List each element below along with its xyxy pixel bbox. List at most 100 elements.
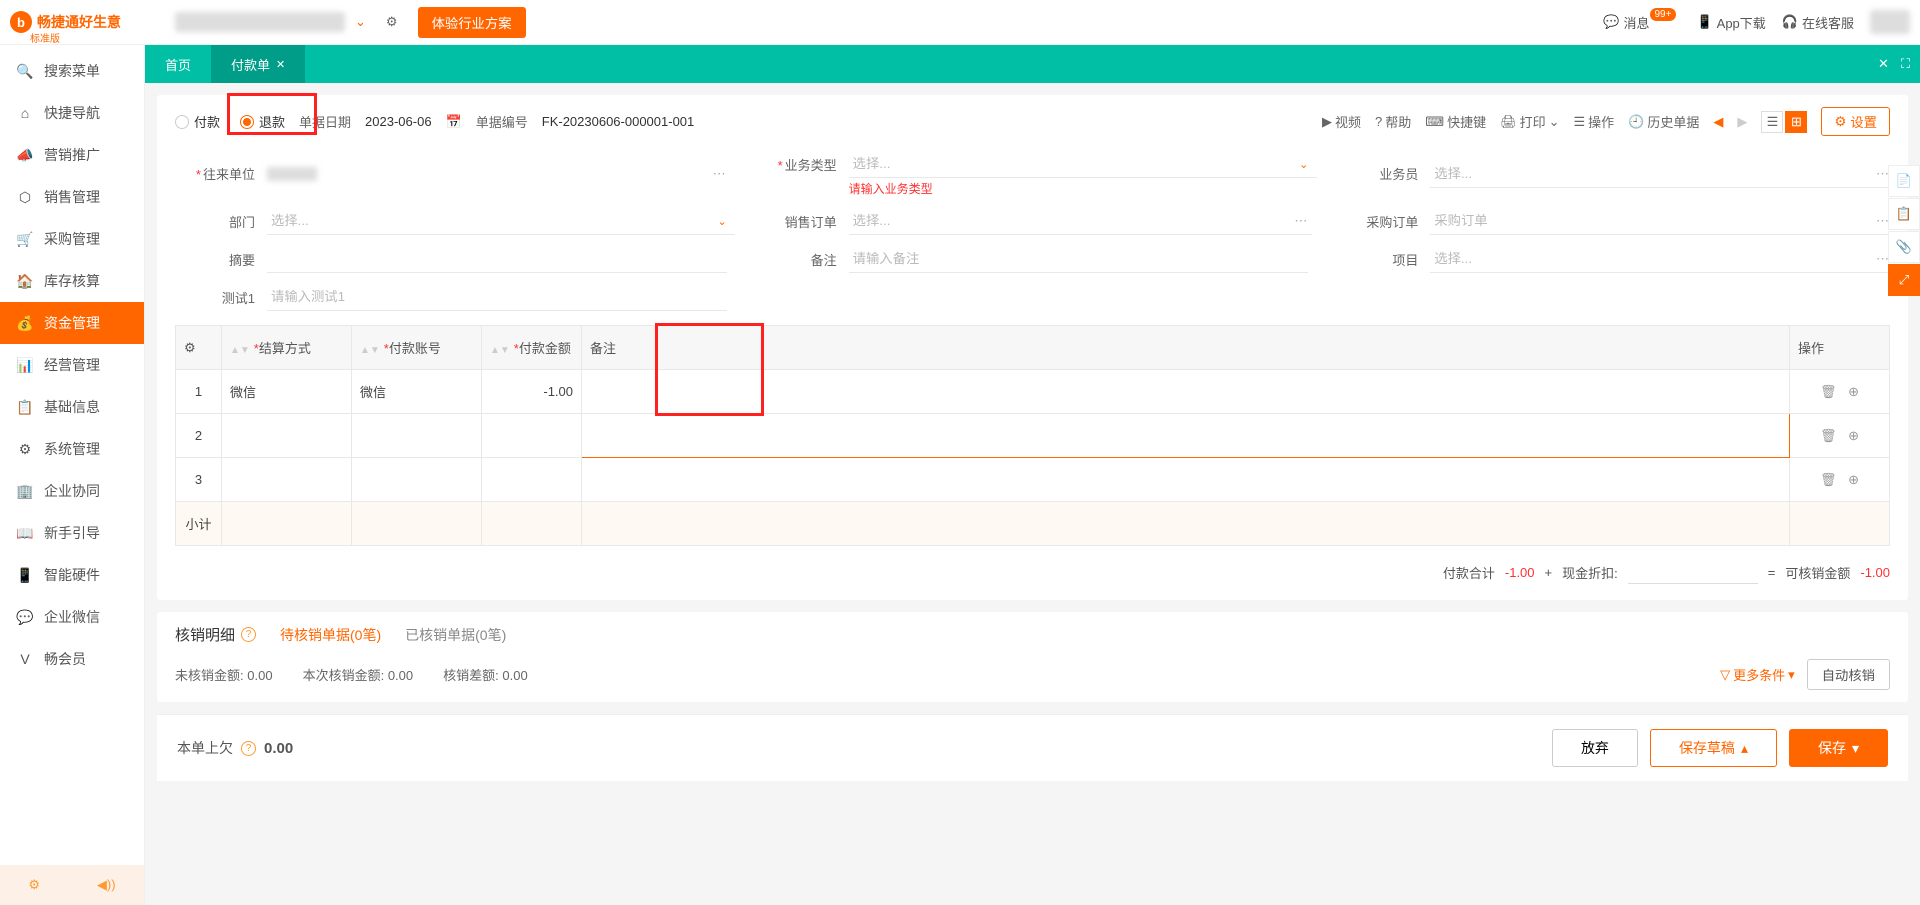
- add-icon[interactable]: ⊕: [1848, 384, 1859, 399]
- app-download-link[interactable]: 📱 App下载: [1696, 13, 1765, 32]
- cell-account[interactable]: [352, 414, 482, 458]
- sidebar-item[interactable]: ⌂快捷导航: [0, 92, 144, 134]
- date-value[interactable]: 2023-06-06: [365, 114, 432, 129]
- chevron-down-icon[interactable]: ⌄: [355, 14, 366, 30]
- sidebar-item[interactable]: 💰资金管理: [0, 302, 144, 344]
- shortcut-link[interactable]: ⌨ 快捷键: [1425, 112, 1486, 131]
- content: 付款 退款 单据日期 2023-06-06 📅 单据编号 FK-20230606…: [145, 83, 1920, 905]
- purchase-order-input[interactable]: [1430, 207, 1894, 235]
- settings-icon[interactable]: ⚙: [28, 877, 40, 893]
- radio-refund[interactable]: 退款: [240, 112, 285, 131]
- gear-icon[interactable]: ⚙: [386, 14, 398, 30]
- cell-account[interactable]: [352, 458, 482, 502]
- sidebar-item[interactable]: 🏠库存核算: [0, 260, 144, 302]
- table-row[interactable]: 2 🗑 ⊕: [176, 414, 1890, 458]
- messages-link[interactable]: 💬 消息 99+: [1603, 13, 1680, 32]
- prev-icon[interactable]: ◀: [1713, 114, 1723, 130]
- sidebar-item[interactable]: 📣营销推广: [0, 134, 144, 176]
- discount-input[interactable]: [1628, 560, 1758, 584]
- cell-account[interactable]: 微信: [352, 370, 482, 414]
- col-settings[interactable]: ⚙: [176, 326, 222, 370]
- sidebar-item[interactable]: 📱智能硬件: [0, 554, 144, 596]
- help-link[interactable]: ? 帮助: [1375, 112, 1411, 131]
- print-link[interactable]: 🖨 打印 ⌄: [1500, 112, 1559, 131]
- radio-payment[interactable]: 付款: [175, 112, 220, 131]
- add-icon[interactable]: ⊕: [1848, 472, 1859, 487]
- cell-settle[interactable]: 微信: [222, 370, 352, 414]
- cell-settle[interactable]: [222, 414, 352, 458]
- next-icon[interactable]: ▶: [1737, 114, 1747, 130]
- more-icon[interactable]: ⋯: [1294, 213, 1308, 229]
- dept-input[interactable]: [267, 207, 735, 235]
- avatar-blurred[interactable]: [1870, 10, 1910, 34]
- cell-remark-active[interactable]: [582, 414, 1790, 458]
- table-row[interactable]: 1 微信 微信 -1.00 🗑 ⊕: [176, 370, 1890, 414]
- save-button[interactable]: 保存 ▾: [1789, 729, 1888, 767]
- save-draft-button[interactable]: 保存草稿 ▴: [1650, 729, 1777, 767]
- cell-amount[interactable]: [482, 414, 582, 458]
- col-account[interactable]: ▲▼*付款账号: [352, 326, 482, 370]
- info-icon[interactable]: ?: [241, 627, 256, 642]
- rail-attach-icon[interactable]: 📎: [1888, 231, 1920, 263]
- pending-tab[interactable]: 待核销单据(0笔): [280, 625, 381, 645]
- close-icon[interactable]: ✕: [276, 58, 285, 71]
- biztype-input[interactable]: [849, 150, 1317, 178]
- collapse-icon[interactable]: ◀)): [97, 877, 116, 893]
- sidebar-item[interactable]: 🛒采购管理: [0, 218, 144, 260]
- rail-expand-icon[interactable]: ⤢: [1888, 264, 1920, 296]
- operate-link[interactable]: ☰ 操作: [1574, 112, 1615, 131]
- add-icon[interactable]: ⊕: [1848, 428, 1859, 443]
- delete-icon[interactable]: 🗑: [1820, 384, 1837, 399]
- settings-button[interactable]: ⚙ 设置: [1821, 107, 1890, 136]
- discard-button[interactable]: 放弃: [1552, 729, 1638, 767]
- info-icon[interactable]: ?: [241, 741, 256, 756]
- cell-remark[interactable]: [582, 370, 1790, 414]
- calendar-icon[interactable]: 📅: [446, 114, 462, 130]
- trial-button[interactable]: 体验行业方案: [418, 7, 526, 38]
- done-tab[interactable]: 已核销单据(0笔): [405, 625, 506, 645]
- sidebar-item[interactable]: V畅会员: [0, 638, 144, 680]
- table-row[interactable]: 3 🗑 ⊕: [176, 458, 1890, 502]
- rail-note-icon[interactable]: 📄: [1888, 165, 1920, 197]
- sidebar-item[interactable]: 🏢企业协同: [0, 470, 144, 512]
- view-card-icon[interactable]: ⊞: [1785, 111, 1807, 133]
- sidebar-item[interactable]: 🔍搜索菜单: [0, 50, 144, 92]
- sidebar-item[interactable]: 📊经营管理: [0, 344, 144, 386]
- more-icon[interactable]: ⋯: [713, 166, 727, 182]
- rail-doc-icon[interactable]: 📋: [1888, 198, 1920, 230]
- operator-input[interactable]: [1430, 160, 1894, 188]
- cell-settle[interactable]: [222, 458, 352, 502]
- cell-amount[interactable]: [482, 458, 582, 502]
- view-list-icon[interactable]: ☰: [1761, 111, 1783, 133]
- chevron-down-icon[interactable]: ⌄: [717, 215, 726, 228]
- support-link[interactable]: 🎧 在线客服: [1782, 13, 1854, 32]
- fullscreen-icon[interactable]: ⛶: [1901, 56, 1910, 72]
- cell-remark[interactable]: [582, 458, 1790, 502]
- col-amount[interactable]: ▲▼*付款金额: [482, 326, 582, 370]
- video-link[interactable]: ▶ 视频: [1322, 112, 1361, 131]
- sidebar-item[interactable]: ⚙系统管理: [0, 428, 144, 470]
- sidebar-item[interactable]: 💬企业微信: [0, 596, 144, 638]
- history-link[interactable]: 🕘 历史单据: [1628, 112, 1699, 131]
- project-input[interactable]: [1430, 245, 1894, 273]
- remark-input[interactable]: [849, 245, 1309, 273]
- summary-input[interactable]: [267, 245, 727, 273]
- sidebar-item[interactable]: ⬡销售管理: [0, 176, 144, 218]
- more-filter-link[interactable]: ▽ 更多条件 ▾: [1720, 665, 1795, 684]
- col-remark[interactable]: 备注: [582, 326, 1790, 370]
- delete-icon[interactable]: 🗑: [1820, 428, 1837, 443]
- sales-order-input[interactable]: [849, 207, 1313, 235]
- chevron-down-icon[interactable]: ⌄: [1299, 158, 1308, 171]
- right-rail: 📄 📋 📎 ⤢: [1888, 165, 1920, 296]
- test1-input[interactable]: [267, 283, 727, 311]
- sidebar-item[interactable]: 📋基础信息: [0, 386, 144, 428]
- tab-home[interactable]: 首页: [145, 45, 211, 83]
- cell-amount[interactable]: -1.00: [482, 370, 582, 414]
- sidebar-item[interactable]: 📖新手引导: [0, 512, 144, 554]
- delete-icon[interactable]: 🗑: [1820, 472, 1837, 487]
- tab-payment[interactable]: 付款单 ✕: [211, 45, 305, 83]
- unit-value-blurred[interactable]: [267, 167, 317, 181]
- auto-writeoff-button[interactable]: 自动核销: [1807, 659, 1890, 690]
- col-settle[interactable]: ▲▼*结算方式: [222, 326, 352, 370]
- tab-close-all-icon[interactable]: ✕: [1878, 56, 1889, 72]
